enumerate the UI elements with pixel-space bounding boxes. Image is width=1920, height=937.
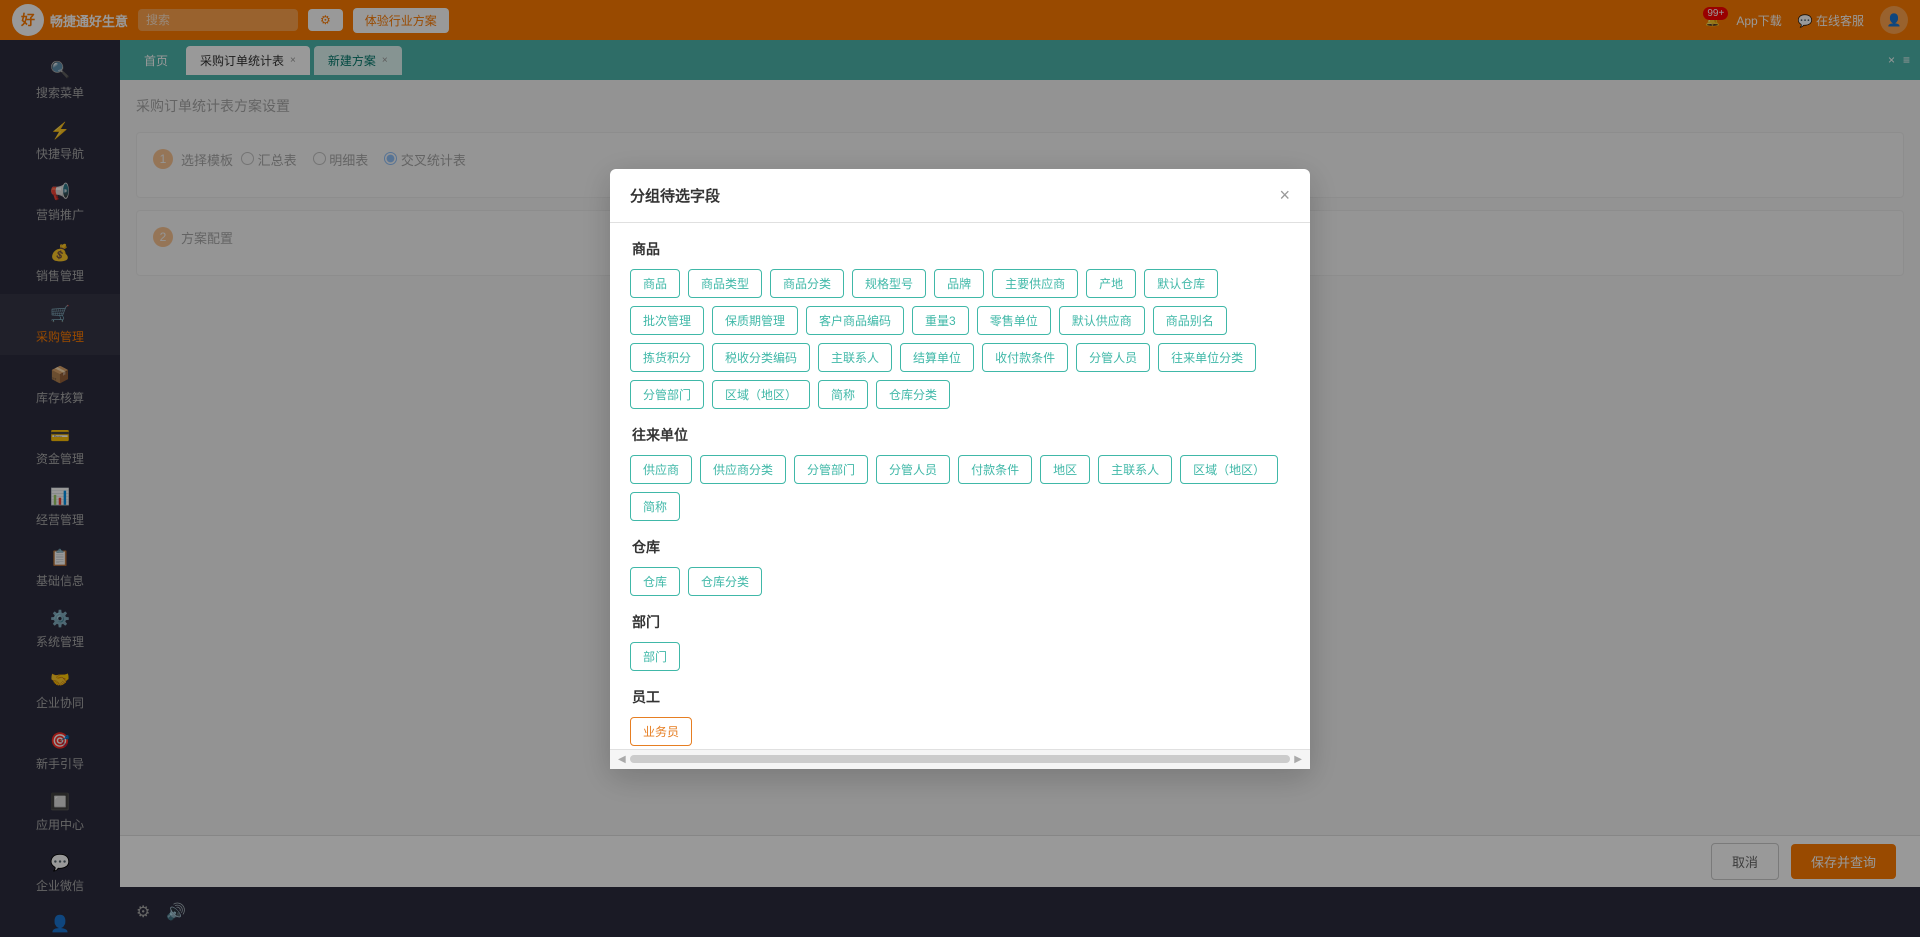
field-chip-1-4[interactable]: 付款条件 bbox=[958, 455, 1032, 484]
field-chip-0-4[interactable]: 品牌 bbox=[934, 269, 984, 298]
field-group-3: 部门部门 bbox=[630, 612, 1290, 671]
field-list-0: 商品商品类型商品分类规格型号品牌主要供应商产地默认仓库批次管理保质期管理客户商品… bbox=[630, 269, 1290, 409]
field-group-4: 员工业务员 bbox=[630, 687, 1290, 746]
field-chip-0-15[interactable]: 拣货积分 bbox=[630, 343, 704, 372]
field-chip-4-0[interactable]: 业务员 bbox=[630, 717, 692, 746]
field-chip-0-17[interactable]: 主联系人 bbox=[818, 343, 892, 372]
field-group-title-4: 员工 bbox=[630, 687, 1290, 707]
field-chip-2-1[interactable]: 仓库分类 bbox=[688, 567, 762, 596]
field-group-title-1: 往来单位 bbox=[630, 425, 1290, 445]
field-chip-0-11[interactable]: 重量3 bbox=[912, 306, 969, 335]
field-chip-1-7[interactable]: 区域（地区） bbox=[1180, 455, 1278, 484]
field-list-3: 部门 bbox=[630, 642, 1290, 671]
field-chip-0-22[interactable]: 分管部门 bbox=[630, 380, 704, 409]
field-chip-0-1[interactable]: 商品类型 bbox=[688, 269, 762, 298]
field-chip-0-12[interactable]: 零售单位 bbox=[977, 306, 1051, 335]
horizontal-scrollbar[interactable] bbox=[630, 755, 1291, 763]
field-chip-1-6[interactable]: 主联系人 bbox=[1098, 455, 1172, 484]
field-chip-3-0[interactable]: 部门 bbox=[630, 642, 680, 671]
field-group-0: 商品商品商品类型商品分类规格型号品牌主要供应商产地默认仓库批次管理保质期管理客户… bbox=[630, 239, 1290, 409]
field-chip-1-0[interactable]: 供应商 bbox=[630, 455, 692, 484]
field-group-title-0: 商品 bbox=[630, 239, 1290, 259]
field-chip-0-8[interactable]: 批次管理 bbox=[630, 306, 704, 335]
field-chip-1-2[interactable]: 分管部门 bbox=[794, 455, 868, 484]
field-list-2: 仓库仓库分类 bbox=[630, 567, 1290, 596]
field-chip-0-13[interactable]: 默认供应商 bbox=[1059, 306, 1145, 335]
field-chip-0-7[interactable]: 默认仓库 bbox=[1144, 269, 1218, 298]
field-group-title-3: 部门 bbox=[630, 612, 1290, 632]
field-chip-0-2[interactable]: 商品分类 bbox=[770, 269, 844, 298]
modal-dialog: 分组待选字段 × 商品商品商品类型商品分类规格型号品牌主要供应商产地默认仓库批次… bbox=[610, 169, 1310, 769]
field-chip-0-0[interactable]: 商品 bbox=[630, 269, 680, 298]
field-chip-0-10[interactable]: 客户商品编码 bbox=[806, 306, 904, 335]
field-chip-2-0[interactable]: 仓库 bbox=[630, 567, 680, 596]
field-chip-0-16[interactable]: 税收分类编码 bbox=[712, 343, 810, 372]
modal-body: 商品商品商品类型商品分类规格型号品牌主要供应商产地默认仓库批次管理保质期管理客户… bbox=[610, 223, 1310, 749]
field-chip-0-3[interactable]: 规格型号 bbox=[852, 269, 926, 298]
field-chip-1-3[interactable]: 分管人员 bbox=[876, 455, 950, 484]
modal-overlay: 分组待选字段 × 商品商品商品类型商品分类规格型号品牌主要供应商产地默认仓库批次… bbox=[0, 0, 1920, 937]
field-chip-0-6[interactable]: 产地 bbox=[1086, 269, 1136, 298]
field-group-1: 往来单位供应商供应商分类分管部门分管人员付款条件地区主联系人区域（地区） 简称 bbox=[630, 425, 1290, 521]
modal-header: 分组待选字段 × bbox=[610, 169, 1310, 223]
field-chip-1-8[interactable]: 简称 bbox=[630, 492, 680, 521]
field-chip-0-23[interactable]: 区域（地区） bbox=[712, 380, 810, 409]
field-group-2: 仓库仓库仓库分类 bbox=[630, 537, 1290, 596]
field-chip-0-19[interactable]: 收付款条件 bbox=[982, 343, 1068, 372]
field-chip-0-24[interactable]: 简称 bbox=[818, 380, 868, 409]
field-chip-0-9[interactable]: 保质期管理 bbox=[712, 306, 798, 335]
modal-close-button[interactable]: × bbox=[1279, 185, 1290, 206]
field-list-4: 业务员 bbox=[630, 717, 1290, 746]
field-chip-0-21[interactable]: 往来单位分类 bbox=[1158, 343, 1256, 372]
horizontal-scroll-area[interactable]: ◀ ▶ bbox=[610, 749, 1310, 769]
modal-title: 分组待选字段 bbox=[630, 185, 720, 206]
field-chip-0-25[interactable]: 仓库分类 bbox=[876, 380, 950, 409]
field-list-1: 供应商供应商分类分管部门分管人员付款条件地区主联系人区域（地区） 简称 bbox=[630, 455, 1290, 521]
field-chip-0-20[interactable]: 分管人员 bbox=[1076, 343, 1150, 372]
field-chip-1-1[interactable]: 供应商分类 bbox=[700, 455, 786, 484]
field-chip-1-5[interactable]: 地区 bbox=[1040, 455, 1090, 484]
field-chip-0-18[interactable]: 结算单位 bbox=[900, 343, 974, 372]
field-group-title-2: 仓库 bbox=[630, 537, 1290, 557]
field-chip-0-5[interactable]: 主要供应商 bbox=[992, 269, 1078, 298]
field-chip-0-14[interactable]: 商品别名 bbox=[1153, 306, 1227, 335]
